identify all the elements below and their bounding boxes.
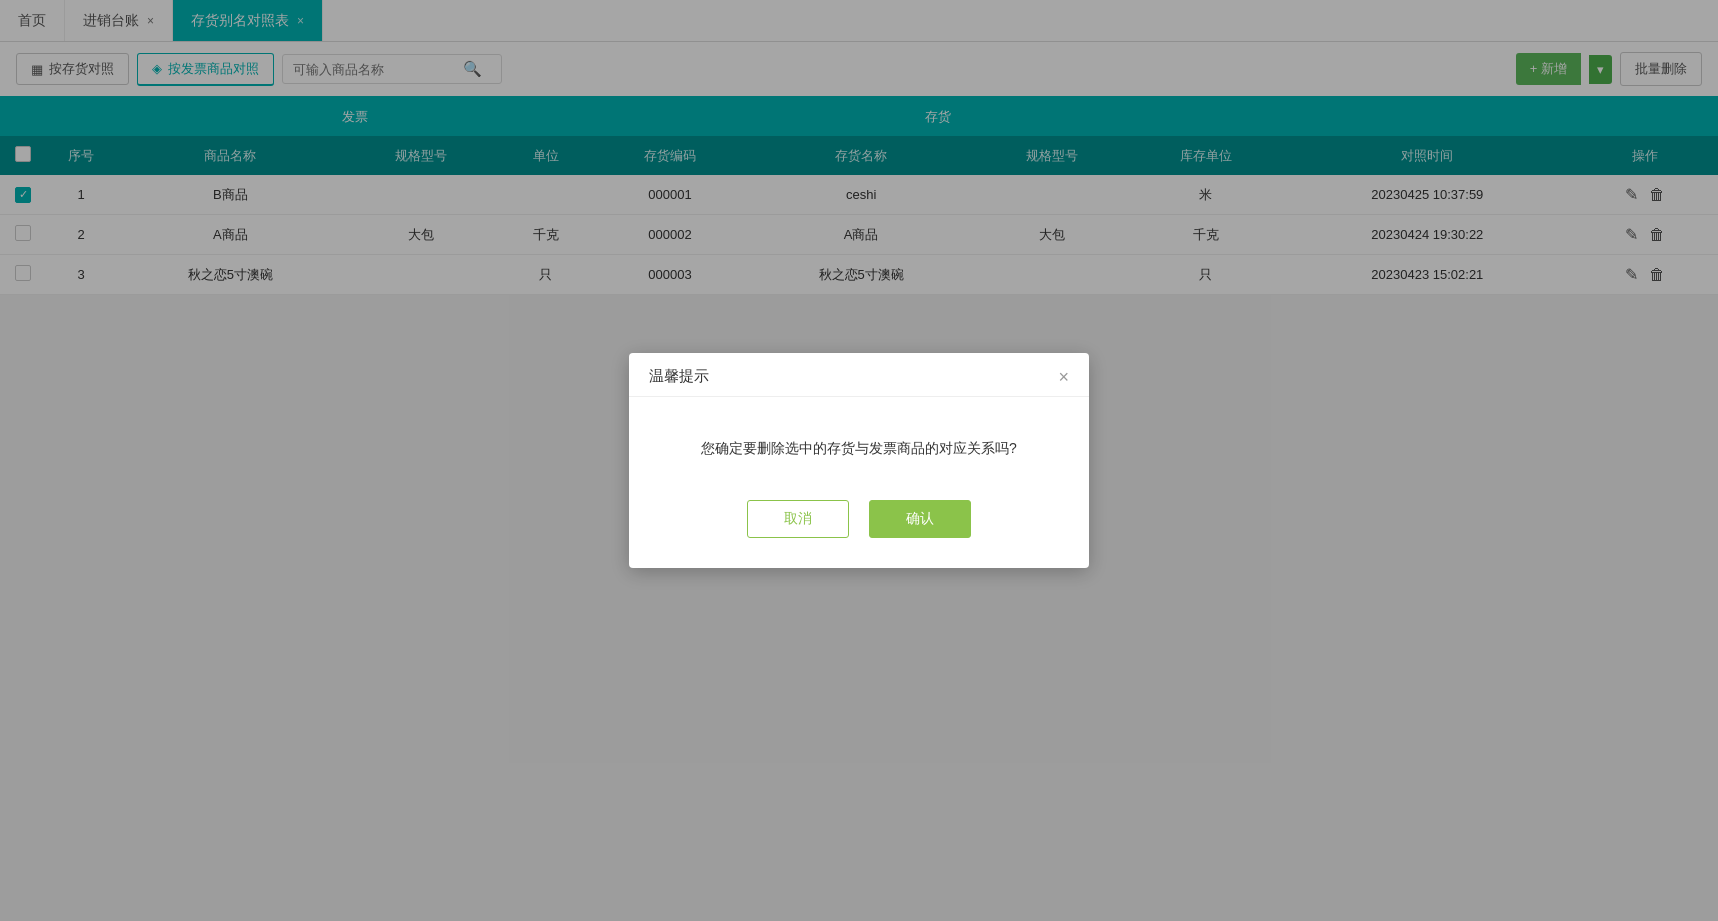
modal-overlay: 温馨提示 × 您确定要删除选中的存货与发票商品的对应关系吗? 取消 确认 [0,0,1718,295]
